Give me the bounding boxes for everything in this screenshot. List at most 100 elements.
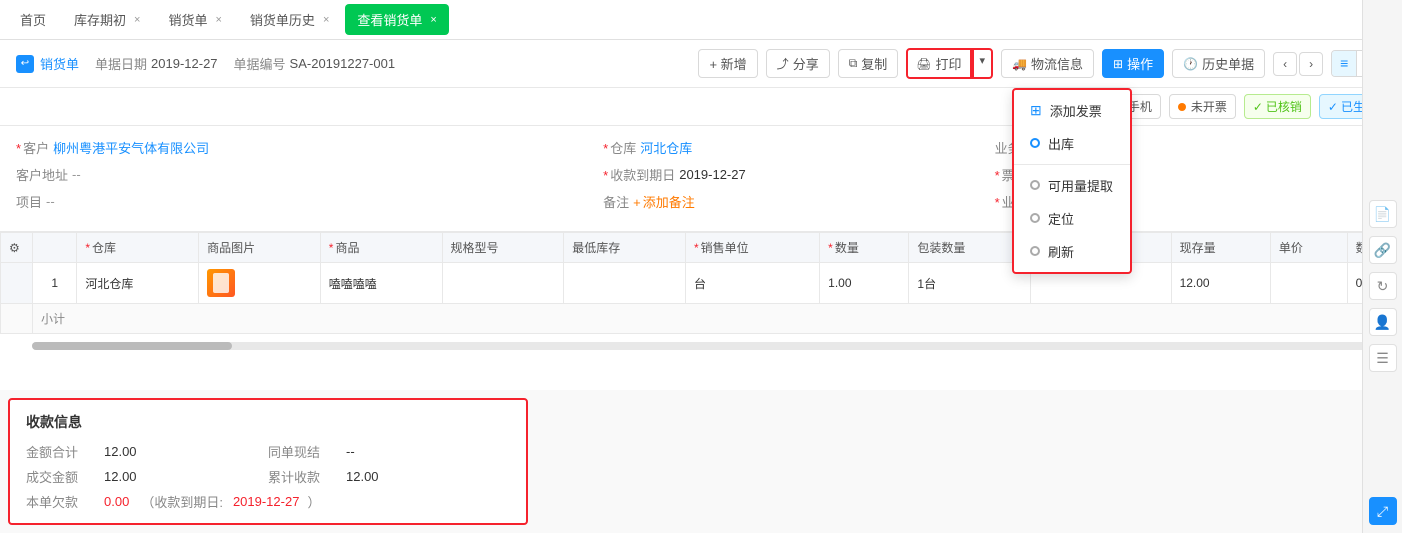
table-scroll[interactable]: ⚙ 仓库 商品图片 商品 规格型号 最低库存 销售单位 数量 包装数量 可用量（… xyxy=(0,232,1402,334)
data-table: ⚙ 仓库 商品图片 商品 规格型号 最低库存 销售单位 数量 包装数量 可用量（… xyxy=(0,232,1402,334)
not-open-label: 未开票 xyxy=(1191,98,1227,115)
doc-type-label: 销货单 xyxy=(40,54,79,73)
tab-inventory-label: 库存期初 xyxy=(74,10,126,29)
sidebar-list-icon[interactable]: ☰ xyxy=(1369,344,1397,372)
add-invoice-label: 添加发票 xyxy=(1050,101,1102,120)
tab-sales-history[interactable]: 销货单历史 × xyxy=(238,4,341,35)
doc-title-area: ↩ 销货单 xyxy=(16,54,79,73)
prev-button[interactable]: ‹ xyxy=(1273,52,1297,76)
row-unit: 台 xyxy=(685,263,819,304)
dropdown-out-warehouse[interactable]: 出库 xyxy=(1014,127,1130,160)
nav-arrows: ‹ › xyxy=(1273,52,1323,76)
total-row: 金额合计 12.00 xyxy=(26,442,268,461)
refresh-label: 刷新 xyxy=(1048,242,1074,261)
same-order-row: 同单现结 -- xyxy=(268,442,510,461)
owe-date: 2019-12-27 xyxy=(233,494,300,509)
history-label: 历史单据 xyxy=(1202,54,1254,73)
copy-button[interactable]: ⧉ 复制 xyxy=(838,49,899,78)
doc-date-field: 单据日期 2019-12-27 xyxy=(95,54,218,73)
tab-sales-close[interactable]: × xyxy=(215,14,221,26)
done-check-button[interactable]: ✓ 已核销 xyxy=(1244,94,1311,119)
refresh-icon xyxy=(1030,244,1040,259)
address-field: 客户地址 -- xyxy=(16,165,603,184)
row-current: 12.00 xyxy=(1171,263,1270,304)
available-pick-label: 可用量提取 xyxy=(1048,176,1113,195)
owe-row: 本单欠款 0.00 （收款到期日: 2019-12-27 ） xyxy=(26,492,510,511)
new-button[interactable]: + 新增 xyxy=(698,49,757,78)
available-pick-icon xyxy=(1030,178,1040,193)
row-gear[interactable] xyxy=(1,263,33,304)
view-list-button[interactable]: ≡ xyxy=(1332,51,1357,76)
col-price: 单价 xyxy=(1270,233,1347,263)
tab-view-sales[interactable]: 查看销货单 × xyxy=(345,4,448,35)
customer-label: 客户 xyxy=(16,138,49,157)
tab-sales-label: 销货单 xyxy=(168,10,207,29)
tab-history-close[interactable]: × xyxy=(323,14,329,26)
logistics-button[interactable]: 🚚 物流信息 xyxy=(1001,49,1094,78)
col-min-stock: 最低库存 xyxy=(564,233,686,263)
next-button[interactable]: › xyxy=(1299,52,1323,76)
sidebar-expand-icon[interactable]: ⤢ xyxy=(1369,497,1397,525)
col-num xyxy=(33,233,77,263)
note-label: 备注 xyxy=(603,192,629,211)
not-open-button[interactable]: 未开票 xyxy=(1169,94,1236,119)
deal-label: 成交金额 xyxy=(26,467,96,486)
dropdown-locate[interactable]: 定位 xyxy=(1014,202,1130,235)
project-label: 项目 xyxy=(16,192,42,211)
tab-home[interactable]: 首页 xyxy=(8,4,58,35)
doc-no-label: 单据编号 xyxy=(234,54,286,73)
due-date-field: 收款到期日 2019-12-27 xyxy=(603,165,994,184)
project-value: -- xyxy=(46,194,55,209)
customer-value[interactable]: 柳州粤港平安气体有限公司 xyxy=(53,138,209,157)
warehouse-value[interactable]: 河北仓库 xyxy=(640,138,692,157)
dropdown-divider-1 xyxy=(1014,164,1130,165)
doc-actions: + 新增 ⤴ 分享 ⧉ 复制 🖨 打印 ▾ 🚚 物流信息 xyxy=(698,48,1386,79)
tab-inventory-close[interactable]: × xyxy=(134,14,140,26)
col-thumb: 商品图片 xyxy=(199,233,321,263)
horizontal-scrollbar[interactable] xyxy=(32,342,1370,350)
tab-sales-order[interactable]: 销货单 × xyxy=(156,4,233,35)
note-add-btn[interactable]: +添加备注 xyxy=(633,192,695,211)
history-button[interactable]: 🕐 历史单据 xyxy=(1172,49,1265,78)
subtotal-label: 小计 xyxy=(33,304,1402,334)
share-button[interactable]: ⤴ 分享 xyxy=(766,49,830,78)
due-date-value: 2019-12-27 xyxy=(679,167,746,182)
done-check-label: 已核销 xyxy=(1266,98,1302,115)
dropdown-refresh[interactable]: 刷新 xyxy=(1014,235,1130,268)
sidebar-document-icon[interactable]: 📄 xyxy=(1369,200,1397,228)
print-button[interactable]: 🖨 打印 xyxy=(906,48,971,79)
row-product: 嗑嗑嗑嗑 xyxy=(320,263,442,304)
owe-label: 本单欠款 xyxy=(26,492,96,511)
deal-row: 成交金额 12.00 xyxy=(26,467,268,486)
app-container: 首页 库存期初 × 销货单 × 销货单历史 × 查看销货单 × × ↩ 销货单 … xyxy=(0,0,1402,533)
address-label: 客户地址 xyxy=(16,165,68,184)
col-product: 商品 xyxy=(320,233,442,263)
address-value: -- xyxy=(72,167,81,182)
sidebar-refresh-icon[interactable]: ↻ xyxy=(1369,272,1397,300)
doc-date-label: 单据日期 xyxy=(95,54,147,73)
dropdown-available-pick[interactable]: 可用量提取 xyxy=(1014,169,1130,202)
print-dropdown-arrow[interactable]: ▾ xyxy=(972,48,994,79)
doc-date-value: 2019-12-27 xyxy=(151,56,218,71)
note-field: 备注 +添加备注 xyxy=(603,192,994,211)
warehouse-field: 仓库 河北仓库 xyxy=(603,138,994,157)
right-sidebar: 📄 🔗 ↻ 👤 ☰ ⤢ xyxy=(1362,0,1402,533)
dropdown-add-invoice[interactable]: ⊞ 添加发票 xyxy=(1014,94,1130,127)
sidebar-user-icon[interactable]: 👤 xyxy=(1369,308,1397,336)
col-gear: ⚙ xyxy=(1,233,33,263)
col-spec: 规格型号 xyxy=(442,233,564,263)
row-num: 1 xyxy=(33,263,77,304)
tab-inventory-init[interactable]: 库存期初 × xyxy=(62,4,152,35)
row-spec xyxy=(442,263,564,304)
action-row: 📱 来自手机 未开票 ✓ 已核销 ✓ 已生效 xyxy=(0,88,1402,126)
doc-type-icon: ↩ xyxy=(16,55,34,73)
tab-view-sales-close[interactable]: × xyxy=(430,14,436,26)
copy-label: 复制 xyxy=(861,54,887,73)
operate-button[interactable]: ⊞ 操作 xyxy=(1102,49,1164,78)
col-qty: 数量 xyxy=(820,233,909,263)
tab-view-sales-label: 查看销货单 xyxy=(357,10,422,29)
logistics-label: 物流信息 xyxy=(1031,54,1083,73)
sidebar-link-icon[interactable]: 🔗 xyxy=(1369,236,1397,264)
scroll-thumb[interactable] xyxy=(32,342,232,350)
owe-note: （收款到期日: xyxy=(141,492,223,511)
